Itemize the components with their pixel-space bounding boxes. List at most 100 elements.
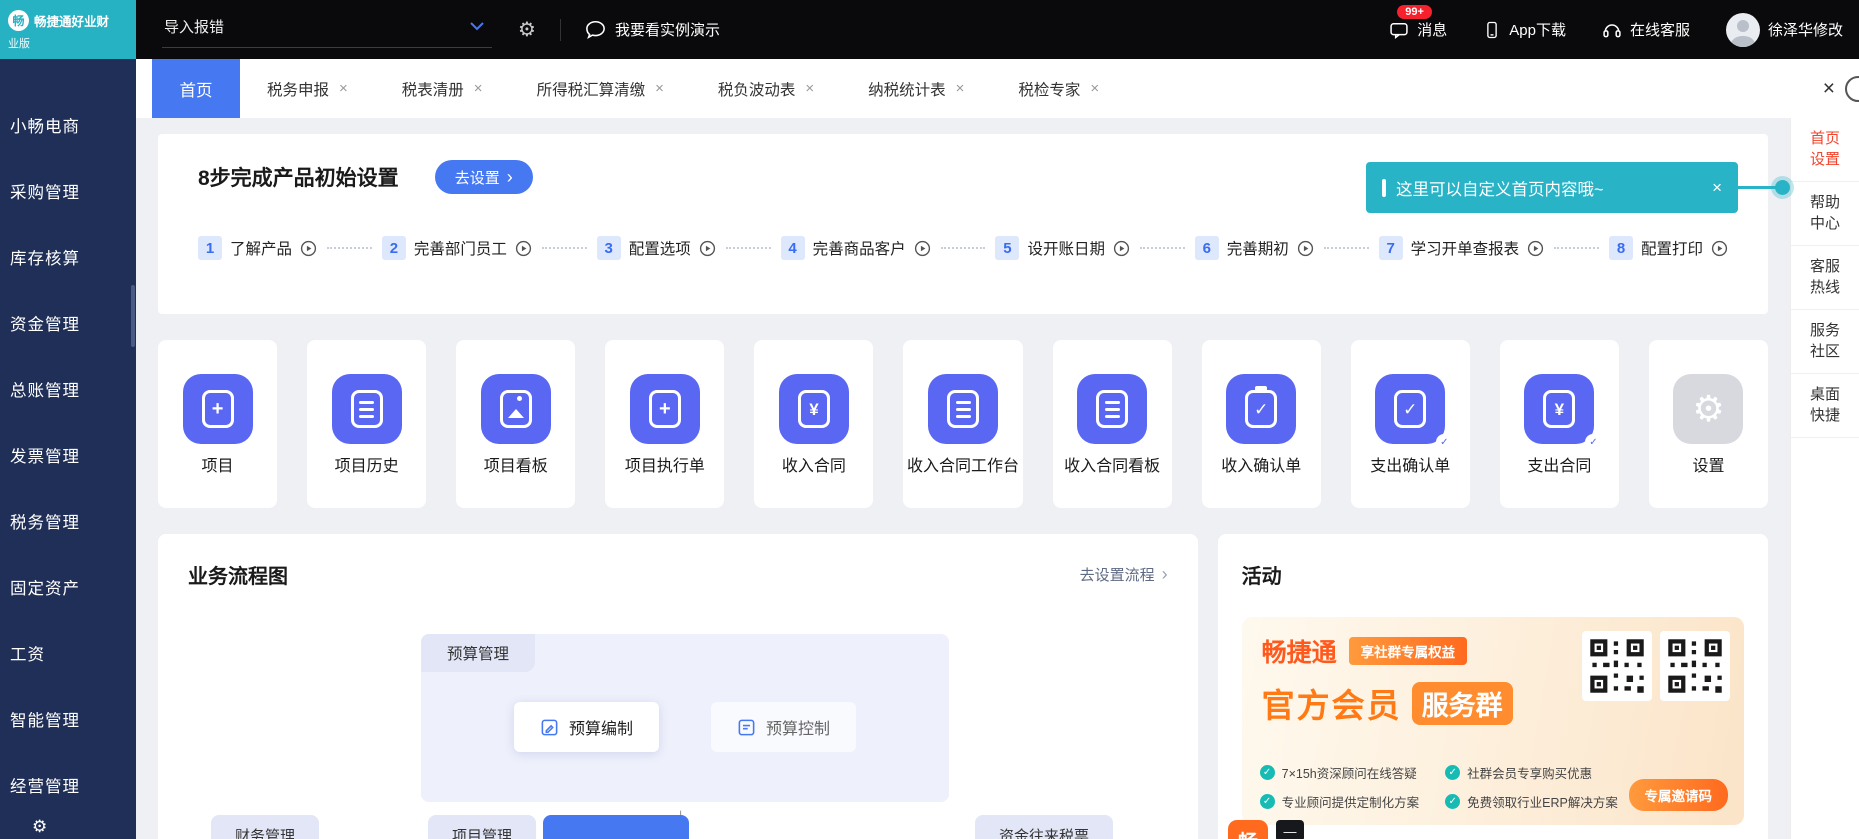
step-label: 配置选项 <box>628 241 691 258</box>
sidebar-item-ecommerce[interactable]: 小畅电商 <box>0 92 136 158</box>
tab-tax-statistics[interactable]: 纳税统计表 × <box>841 59 991 118</box>
play-icon[interactable] <box>515 240 532 257</box>
shortcut-expense-confirmation[interactable]: ✓ ✓ 支出确认单 <box>1350 340 1470 508</box>
shortcut-settings[interactable]: ⚙ 设置 <box>1648 340 1769 508</box>
step-label: 完善商品客户 <box>812 241 906 258</box>
sidebar-item-general-ledger[interactable]: 总账管理 <box>0 356 136 422</box>
step-number: 8 <box>1609 236 1634 260</box>
invite-code-button[interactable]: 专属邀请码 <box>1628 779 1728 811</box>
sidebar-item-operation[interactable]: 经营管理 <box>0 752 136 818</box>
tab-tax-register[interactable]: 税表清册 × <box>375 59 510 118</box>
sidebar-item-tax[interactable]: 税务管理 <box>0 488 136 554</box>
setup-step-2[interactable]: 2 完善部门员工 <box>381 236 532 260</box>
shortcut-project-execution[interactable]: + 项目执行单 <box>605 340 725 508</box>
banner-bullet: ✓ 7×15h资深顾问在线答疑 <box>1259 763 1420 782</box>
tab-close-icon[interactable]: × <box>805 80 814 97</box>
setup-steps: 1 了解产品 2 完善部门员工 3 配置选项 4 完善商品客户 5 设开账日期 … <box>198 236 1728 260</box>
rail-service-hotline[interactable]: 客服热线 <box>1791 246 1859 310</box>
setup-step-7[interactable]: 7 学习开单查报表 <box>1378 236 1545 260</box>
flow-tab-finance[interactable]: 财务管理 <box>211 815 320 839</box>
setup-step-8[interactable]: 8 配置打印 <box>1609 236 1728 260</box>
play-icon[interactable] <box>1711 240 1728 257</box>
tab-income-tax-settlement[interactable]: 所得税汇算清缴 × <box>510 59 691 118</box>
step-number: 3 <box>596 236 621 260</box>
app-logo[interactable]: 畅 畅捷通好业财 业版 <box>0 0 136 59</box>
close-all-tabs-icon[interactable]: × <box>1823 59 1835 118</box>
sidebar-scrollbar[interactable] <box>131 285 135 347</box>
budget-edit-button[interactable]: 预算编制 <box>513 702 659 752</box>
floating-brand-icon[interactable]: 畅 <box>1228 820 1268 839</box>
setup-step-5[interactable]: 5 设开账日期 <box>995 236 1130 260</box>
go-setup-button[interactable]: 去设置 › <box>434 160 533 194</box>
tab-close-icon[interactable]: × <box>655 80 664 97</box>
setup-step-6[interactable]: 6 完善期初 <box>1194 236 1314 260</box>
flow-tab-highlight[interactable] <box>543 815 689 839</box>
tab-close-icon[interactable]: × <box>474 80 483 97</box>
shortcut-income-contract[interactable]: ¥ 收入合同 <box>754 340 874 508</box>
sidebar-item-funds[interactable]: 资金管理 <box>0 290 136 356</box>
budget-control-button[interactable]: 预算控制 <box>711 702 857 752</box>
rail-desktop-shortcut[interactable]: 桌面快捷 <box>1791 374 1859 438</box>
step-number: 5 <box>995 236 1020 260</box>
setup-step-1[interactable]: 1 了解产品 <box>198 236 317 260</box>
step-number: 7 <box>1378 236 1403 260</box>
demo-link[interactable]: 我要看实例演示 <box>585 19 720 40</box>
sidebar-item-intelligent[interactable]: 智能管理 <box>0 686 136 752</box>
play-icon[interactable] <box>1527 240 1544 257</box>
online-service-button[interactable]: 在线客服 <box>1602 19 1690 40</box>
play-icon[interactable] <box>914 240 931 257</box>
rail-service-community[interactable]: 服务社区 <box>1791 310 1859 374</box>
tab-tax-fluctuation[interactable]: 税负波动表 × <box>691 59 841 118</box>
sidebar-item-fixed-assets[interactable]: 固定资产 <box>0 554 136 620</box>
tab-close-icon[interactable]: × <box>1090 80 1099 97</box>
setup-step-4[interactable]: 4 完善商品客户 <box>780 236 931 260</box>
sidebar-gear-icon[interactable]: ⚙ <box>32 817 47 837</box>
shortcut-project-board[interactable]: 项目看板 <box>456 340 576 508</box>
flow-tab-funds-tax[interactable]: 资金往来税票 <box>975 815 1114 839</box>
message-icon <box>1390 22 1408 39</box>
shortcut-label: 项目看板 <box>483 458 548 476</box>
floating-minimize-icon[interactable]: — <box>1276 820 1304 839</box>
shortcut-income-contract-workbench[interactable]: 收入合同工作台 <box>903 340 1023 508</box>
shortcut-expense-contract[interactable]: ¥ ✓ 支出合同 <box>1499 340 1619 508</box>
tab-close-icon[interactable]: × <box>339 80 348 97</box>
tab-tax-filing[interactable]: 税务申报 × <box>240 59 375 118</box>
play-icon[interactable] <box>1113 240 1130 257</box>
tooltip-close-icon[interactable]: × <box>1712 178 1722 198</box>
shortcut-label: 收入合同工作台 <box>907 458 1020 476</box>
step-label: 设开账日期 <box>1027 241 1105 258</box>
sidebar-item-inventory[interactable]: 库存核算 <box>0 224 136 290</box>
flow-tab-project[interactable]: 项目管理 <box>428 815 537 839</box>
sidebar-item-purchase[interactable]: 采购管理 <box>0 158 136 224</box>
expense-confirmation-icon: ✓ ✓ <box>1375 374 1453 451</box>
play-icon[interactable] <box>300 240 317 257</box>
import-error-dropdown[interactable]: 导入报错 <box>162 12 492 48</box>
sidebar-item-payroll[interactable]: 工资 <box>0 620 136 686</box>
flow-setup-link[interactable]: 去设置流程 › <box>1080 564 1168 585</box>
play-icon[interactable] <box>1297 240 1314 257</box>
tab-tax-expert[interactable]: 税检专家 × <box>991 59 1126 118</box>
tab-label: 税务申报 <box>267 81 330 99</box>
tab-home[interactable]: 首页 <box>152 59 240 118</box>
rail-home-settings[interactable]: 首页设置 <box>1791 118 1859 182</box>
tab-close-icon[interactable]: × <box>956 80 965 97</box>
messages-button[interactable]: 99+ 消息 <box>1389 5 1447 40</box>
topbar-divider <box>559 18 561 41</box>
play-icon[interactable] <box>699 240 716 257</box>
budget-panel-tab[interactable]: 预算管理 <box>421 634 536 672</box>
shortcut-income-contract-board[interactable]: 收入合同看板 <box>1052 340 1172 508</box>
rail-help-center[interactable]: 帮助中心 <box>1791 182 1859 246</box>
sidebar-item-invoice[interactable]: 发票管理 <box>0 422 136 488</box>
shortcut-project-history[interactable]: 项目历史 <box>307 340 427 508</box>
step-label: 配置打印 <box>1641 241 1704 258</box>
shortcut-income-confirmation[interactable]: ✓ 收入确认单 <box>1201 340 1321 508</box>
check-icon: ✓ <box>1259 794 1275 809</box>
tab-overflow-icon[interactable] <box>1845 76 1859 102</box>
shortcut-project[interactable]: + 项目 <box>158 340 278 508</box>
settings-gear-icon[interactable]: ⚙ <box>518 17 536 42</box>
topbar: 畅 畅捷通好业财 业版 导入报错 ⚙ 我要看实例演示 99+ 消息 App下载 … <box>0 0 1859 59</box>
app-download-button[interactable]: App下载 <box>1483 19 1566 40</box>
activity-banner[interactable]: 畅捷通 享社群专属权益 官方会员 服务群 ✓ 7×15h资深顾问在线答疑 ✓ 社群会… <box>1241 617 1744 825</box>
user-menu[interactable]: 徐泽华修改 <box>1725 12 1843 47</box>
setup-step-3[interactable]: 3 配置选项 <box>596 236 716 260</box>
